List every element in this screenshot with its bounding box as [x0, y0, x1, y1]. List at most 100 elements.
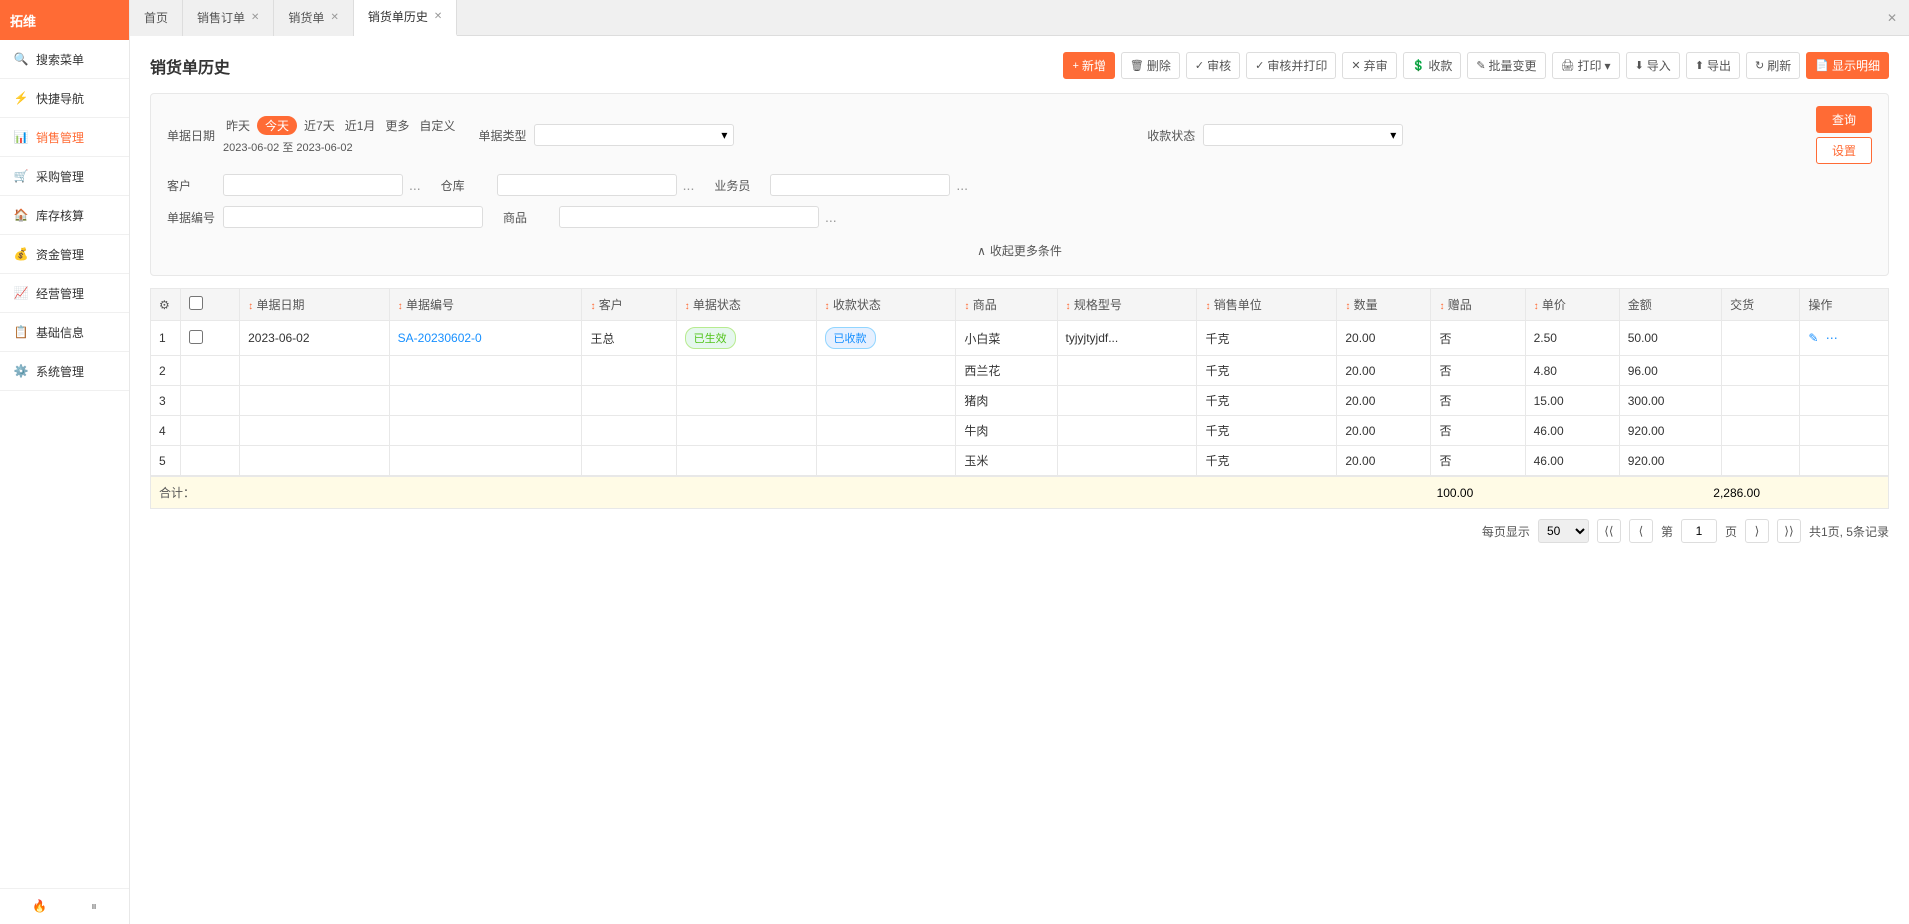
- page-header: 销货单历史 + 新增 🗑 删除 ✓ 审核 ✓ 审核并打印: [150, 52, 1889, 79]
- doc-type-label: 单据类型: [478, 127, 528, 144]
- shortcut-1month[interactable]: 近1月: [342, 116, 379, 135]
- row1-more-icon[interactable]: ⋯: [1826, 331, 1838, 345]
- page-number-input[interactable]: [1681, 519, 1717, 543]
- col-goods[interactable]: ↕ 商品: [956, 289, 1057, 321]
- tab-home[interactable]: 首页: [130, 0, 183, 36]
- import-button[interactable]: ⬇ 导入: [1626, 52, 1680, 79]
- sidebar-item-sales-mgmt[interactable]: 📊 销售管理: [0, 118, 129, 157]
- row4-checkbox: [181, 416, 240, 446]
- row5-payment-status: [816, 446, 956, 476]
- query-button[interactable]: 查询: [1816, 106, 1872, 133]
- goods-label: 商品: [503, 209, 553, 226]
- abandon-icon: ✕: [1351, 59, 1360, 72]
- row1-customer: 王总: [582, 321, 676, 356]
- col-doc-status[interactable]: ↕ 单据状态: [676, 289, 816, 321]
- tab-sales-history-close[interactable]: ✕: [434, 11, 442, 22]
- row1-doc-no-link[interactable]: SA-20230602-0: [398, 331, 482, 345]
- abandon-label: 弃审: [1364, 57, 1388, 74]
- row5-customer: [582, 446, 676, 476]
- sidebar-item-search-menu[interactable]: 🔍 搜索菜单: [0, 40, 129, 79]
- abandon-button[interactable]: ✕ 弃审: [1342, 52, 1396, 79]
- last-page-button[interactable]: ⟩⟩: [1777, 519, 1801, 543]
- tab-sales-goods-close[interactable]: ✕: [330, 12, 338, 23]
- shortcut-yesterday[interactable]: 昨天: [223, 116, 253, 135]
- sidebar-pause-icon[interactable]: ⏸: [91, 899, 97, 914]
- setting-button[interactable]: 设置: [1816, 137, 1872, 164]
- first-page-button[interactable]: ⟨⟨: [1597, 519, 1621, 543]
- sidebar-item-finance[interactable]: 💰 资金管理: [0, 235, 129, 274]
- col-spec[interactable]: ↕ 规格型号: [1057, 289, 1197, 321]
- customer-input[interactable]: [223, 174, 403, 196]
- main-area: 首页 销售订单 ✕ 销货单 ✕ 销货单历史 ✕ ✕ 销货单历史 + 新增: [130, 0, 1909, 924]
- sidebar-item-inventory[interactable]: 🏠 库存核算: [0, 196, 129, 235]
- audit-button[interactable]: ✓ 审核: [1186, 52, 1240, 79]
- col-unit[interactable]: ↕ 销售单位: [1197, 289, 1337, 321]
- collapse-up-icon: ∧: [977, 244, 986, 258]
- col-price[interactable]: ↕ 单价: [1525, 289, 1619, 321]
- row1-gift: 否: [1431, 321, 1525, 356]
- refresh-button[interactable]: ↻ 刷新: [1746, 52, 1800, 79]
- doc-type-select[interactable]: ▾: [534, 124, 734, 146]
- col-gift[interactable]: ↕ 赠品: [1431, 289, 1525, 321]
- prev-page-button[interactable]: ⟨: [1629, 519, 1653, 543]
- goods-dots-btn[interactable]: ...: [825, 209, 837, 225]
- tab-sales-goods[interactable]: 销货单 ✕: [274, 0, 353, 36]
- new-button[interactable]: + 新增: [1063, 52, 1114, 79]
- shortcut-today[interactable]: 今天: [257, 116, 297, 135]
- batch-change-button[interactable]: ✎ 批量变更: [1467, 52, 1545, 79]
- payment-status-dropdown-icon: ▾: [1390, 128, 1396, 142]
- footer-amount-total: 2,286.00: [1713, 486, 1760, 500]
- row2-trade: [1722, 356, 1800, 386]
- col-doc-date[interactable]: ↕ 单据日期: [240, 289, 390, 321]
- sidebar-item-sys-admin[interactable]: ⚙️ 系统管理: [0, 352, 129, 391]
- col-payment-status[interactable]: ↕ 收款状态: [816, 289, 956, 321]
- select-all-checkbox[interactable]: [189, 296, 203, 310]
- row4-qty: 20.00: [1337, 416, 1431, 446]
- col-customer[interactable]: ↕ 客户: [582, 289, 676, 321]
- payment-status-select[interactable]: ▾: [1203, 124, 1403, 146]
- sidebar-item-basic-info[interactable]: 📋 基础信息: [0, 313, 129, 352]
- row5-qty: 20.00: [1337, 446, 1431, 476]
- warehouse-input[interactable]: [497, 174, 677, 196]
- row1-edit-icon[interactable]: ✎: [1808, 331, 1818, 345]
- next-page-button[interactable]: ⟩: [1745, 519, 1769, 543]
- tab-close-all[interactable]: ✕: [1875, 11, 1909, 25]
- shortcut-more[interactable]: 更多: [382, 116, 412, 135]
- export-button[interactable]: ⬆ 导出: [1686, 52, 1740, 79]
- row3-spec: [1057, 386, 1197, 416]
- warehouse-dots-btn[interactable]: ...: [683, 177, 695, 193]
- goods-input[interactable]: [559, 206, 819, 228]
- print-button[interactable]: 🖨 打印 ▾: [1552, 52, 1620, 79]
- per-page-select[interactable]: 50 20 100: [1538, 519, 1589, 543]
- collect-button[interactable]: 💲 收款: [1403, 52, 1462, 79]
- doc-no-input[interactable]: [223, 206, 483, 228]
- col-doc-no[interactable]: ↕ 单据编号: [389, 289, 582, 321]
- tab-sales-history[interactable]: 销货单历史 ✕: [354, 0, 457, 36]
- shortcut-custom[interactable]: 自定义: [416, 116, 458, 135]
- row1-select[interactable]: [189, 330, 203, 344]
- customer-dots-btn[interactable]: ...: [409, 177, 421, 193]
- row4-doc-status: [676, 416, 816, 446]
- salesman-input[interactable]: [770, 174, 950, 196]
- doc-type-filter: 单据类型 ▾: [478, 124, 1127, 146]
- sidebar-item-quick-nav[interactable]: ⚡ 快捷导航: [0, 79, 129, 118]
- audit-print-button[interactable]: ✓ 审核并打印: [1246, 52, 1336, 79]
- row2-amount: 96.00: [1619, 356, 1721, 386]
- tab-sales-order-close[interactable]: ✕: [251, 12, 259, 23]
- collapse-button[interactable]: ∧ 收起更多条件: [167, 238, 1872, 263]
- row3-doc-no: [389, 386, 582, 416]
- quick-nav-icon: ⚡: [12, 89, 30, 107]
- sidebar-fire-icon[interactable]: 🔥: [32, 899, 47, 914]
- col-gear[interactable]: ⚙: [151, 289, 181, 321]
- show-detail-button[interactable]: 📄 显示明细: [1806, 52, 1889, 79]
- filter-area: 单据日期 昨天 今天 近7天 近1月 更多 自定义 2023-06-02 至 2…: [150, 93, 1889, 276]
- sidebar-item-operations[interactable]: 📈 经营管理: [0, 274, 129, 313]
- row5-amount: 920.00: [1619, 446, 1721, 476]
- salesman-dots-btn[interactable]: ...: [956, 177, 968, 193]
- shortcut-7days[interactable]: 近7天: [301, 116, 338, 135]
- footer-label: 合计：: [159, 484, 259, 501]
- delete-button[interactable]: 🗑 删除: [1121, 52, 1180, 79]
- tab-sales-order[interactable]: 销售订单 ✕: [183, 0, 274, 36]
- col-qty[interactable]: ↕ 数量: [1337, 289, 1431, 321]
- sidebar-item-purchase-mgmt[interactable]: 🛒 采购管理: [0, 157, 129, 196]
